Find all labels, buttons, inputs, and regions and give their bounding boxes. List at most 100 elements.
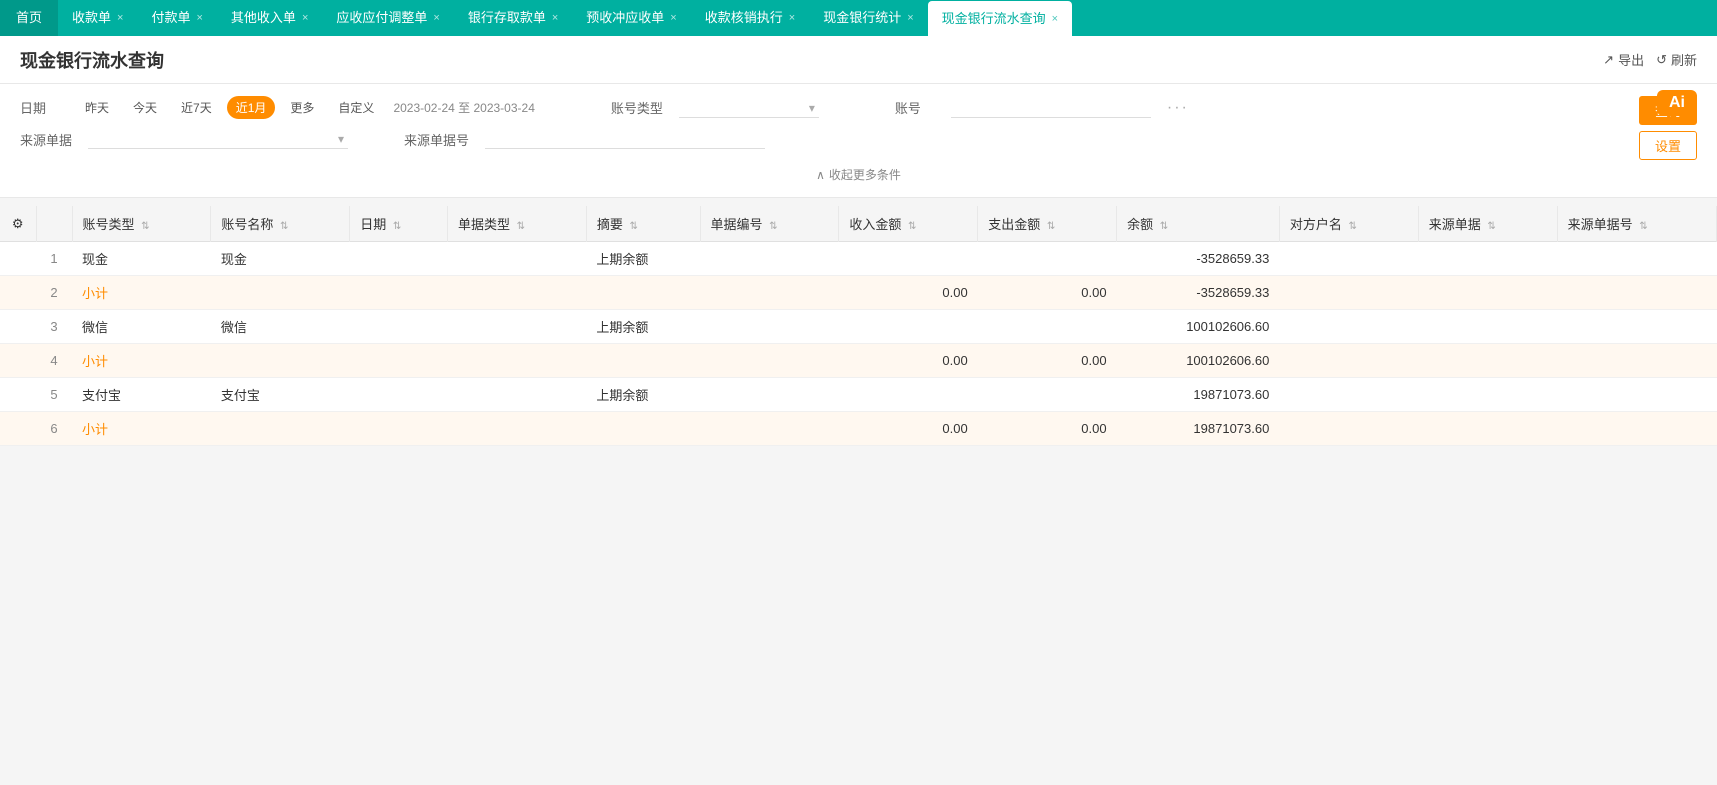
cell-doc-no [700, 276, 839, 310]
date-btn-today[interactable]: 今天 [124, 96, 166, 119]
close-icon[interactable]: × [789, 0, 795, 36]
cell-source-doc-no [1557, 242, 1716, 276]
cell-date [350, 276, 448, 310]
refresh-icon: ↺ [1656, 52, 1667, 68]
cell-account-type: 支付宝 [72, 378, 211, 412]
cell-counterparty [1279, 242, 1418, 276]
cell-balance: 19871073.60 [1117, 412, 1280, 446]
close-icon[interactable]: × [117, 0, 123, 36]
nav-tab-2[interactable]: 其他收入单 × [217, 0, 322, 36]
cell-account-type: 小计 [72, 344, 211, 378]
cell-account-name: 支付宝 [211, 378, 350, 412]
table-row[interactable]: 6 小计 0.00 0.00 19871073.60 [0, 412, 1717, 446]
table-header-row: ⚙ 账号类型 ⇅ 账号名称 ⇅ 日期 ⇅ 单据类型 ⇅ 摘要 ⇅ 单据编号 ⇅ … [0, 206, 1717, 242]
date-label: 日期 [20, 98, 60, 117]
cell-account-name [211, 344, 350, 378]
table-row[interactable]: 3 微信 微信 上期余额 100102606.60 [0, 310, 1717, 344]
cell-account-type: 小计 [72, 276, 211, 310]
date-btn-yesterday[interactable]: 昨天 [76, 96, 118, 119]
table-row[interactable]: 1 现金 现金 上期余额 -3528659.33 [0, 242, 1717, 276]
source-doc-select[interactable] [88, 129, 348, 149]
date-options: 昨天 今天 近7天 近1月 更多 自定义 2023-02-24 至 2023-0… [76, 96, 535, 119]
table-row[interactable]: 2 小计 0.00 0.00 -3528659.33 [0, 276, 1717, 310]
cell-income [839, 310, 978, 344]
filter-row-date: 日期 昨天 今天 近7天 近1月 更多 自定义 2023-02-24 至 202… [20, 96, 1611, 119]
cell-doc-no [700, 378, 839, 412]
col-account-name[interactable]: 账号名称 ⇅ [211, 206, 350, 242]
close-icon[interactable]: × [552, 0, 558, 36]
cell-counterparty [1279, 276, 1418, 310]
refresh-button[interactable]: ↺ 刷新 [1656, 50, 1697, 69]
cell-income [839, 242, 978, 276]
nav-tab-1[interactable]: 付款单 × [137, 0, 216, 36]
cell-source-doc-no [1557, 310, 1716, 344]
col-summary[interactable]: 摘要 ⇅ [586, 206, 700, 242]
col-source-doc-no[interactable]: 来源单据号 ⇅ [1557, 206, 1716, 242]
col-expense[interactable]: 支出金额 ⇅ [978, 206, 1117, 242]
cell-summary: 上期余额 [586, 242, 700, 276]
settings-button[interactable]: 设置 [1639, 131, 1697, 160]
cell-date [350, 378, 448, 412]
nav-tab-0[interactable]: 收款单 × [58, 0, 137, 36]
nav-tab-8[interactable]: 现金银行流水查询 × [928, 1, 1072, 36]
page-title: 现金银行流水查询 [20, 47, 164, 73]
account-type-select-wrapper: ▾ [679, 98, 819, 118]
cell-expense: 0.00 [978, 344, 1117, 378]
col-doc-type[interactable]: 单据类型 ⇅ [448, 206, 587, 242]
ai-badge[interactable]: Ai [1657, 90, 1697, 116]
date-btn-7days[interactable]: 近7天 [172, 96, 221, 119]
cell-balance: -3528659.33 [1117, 242, 1280, 276]
cell-source-doc [1418, 242, 1557, 276]
source-doc-num-input[interactable] [485, 129, 765, 149]
cell-account-name [211, 412, 350, 446]
cell-summary [586, 276, 700, 310]
nav-tab-3[interactable]: 应收应付调整单 × [322, 0, 453, 36]
collapse-bar[interactable]: ∧ 收起更多条件 [20, 160, 1697, 185]
cell-counterparty [1279, 412, 1418, 446]
date-btn-more[interactable]: 更多 [281, 96, 323, 119]
source-doc-label: 来源单据 [20, 130, 72, 149]
nav-tab-5[interactable]: 预收冲应收单 × [572, 0, 690, 36]
col-date[interactable]: 日期 ⇅ [350, 206, 448, 242]
table-row[interactable]: 4 小计 0.00 0.00 100102606.60 [0, 344, 1717, 378]
close-icon[interactable]: × [302, 0, 308, 36]
col-income[interactable]: 收入金额 ⇅ [839, 206, 978, 242]
nav-tab-7[interactable]: 现金银行统计 × [809, 0, 927, 36]
cell-account-name [211, 276, 350, 310]
date-btn-custom[interactable]: 自定义 [329, 96, 383, 119]
cell-date [350, 412, 448, 446]
close-icon[interactable]: × [196, 0, 202, 36]
nav-tab-4[interactable]: 银行存取款单 × [454, 0, 572, 36]
col-balance[interactable]: 余额 ⇅ [1117, 206, 1280, 242]
cell-doc-type [448, 276, 587, 310]
col-doc-no[interactable]: 单据编号 ⇅ [700, 206, 839, 242]
cell-doc-type [448, 378, 587, 412]
close-icon[interactable]: × [907, 0, 913, 36]
account-label: 账号 [895, 98, 935, 117]
cell-balance: 100102606.60 [1117, 310, 1280, 344]
col-account-type[interactable]: 账号类型 ⇅ [72, 206, 211, 242]
close-icon[interactable]: × [1052, 1, 1058, 36]
col-settings[interactable]: ⚙ [0, 206, 36, 242]
close-icon[interactable]: × [433, 0, 439, 36]
nav-tab-6[interactable]: 收款核销执行 × [691, 0, 809, 36]
cell-balance: -3528659.33 [1117, 276, 1280, 310]
account-type-select[interactable] [679, 98, 819, 118]
export-icon: ↗ [1603, 52, 1614, 68]
col-counterparty[interactable]: 对方户名 ⇅ [1279, 206, 1418, 242]
date-btn-1month[interactable]: 近1月 [227, 96, 276, 119]
top-nav: 首页 收款单 × 付款单 × 其他收入单 × 应收应付调整单 × 银行存取款单 … [0, 0, 1717, 36]
export-button[interactable]: ↗ 导出 [1603, 50, 1644, 69]
more-dots-icon[interactable]: ··· [1167, 99, 1189, 117]
close-icon[interactable]: × [670, 0, 676, 36]
table-row[interactable]: 5 支付宝 支付宝 上期余额 19871073.60 [0, 378, 1717, 412]
col-source-doc[interactable]: 来源单据 ⇅ [1418, 206, 1557, 242]
row-num: 1 [36, 242, 72, 276]
table-body: 1 现金 现金 上期余额 -3528659.33 2 小计 0.00 0.00 … [0, 242, 1717, 446]
cell-income [839, 378, 978, 412]
nav-home[interactable]: 首页 [0, 0, 58, 36]
account-input[interactable] [951, 98, 1151, 118]
collapse-label: 收起更多条件 [829, 166, 901, 183]
cell-doc-type [448, 412, 587, 446]
cell-income: 0.00 [839, 344, 978, 378]
